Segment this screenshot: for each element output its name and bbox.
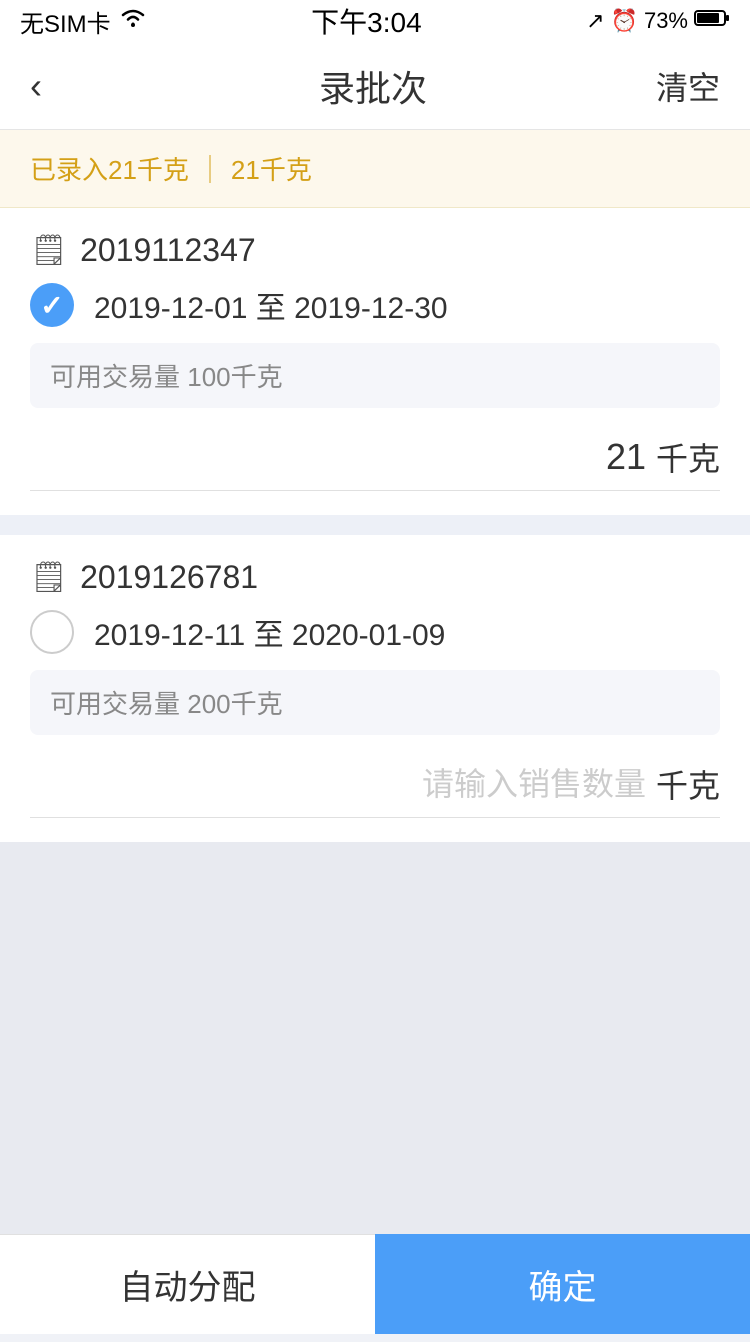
nav-bar: ‹ 录批次 清空 — [0, 42, 750, 130]
auto-distribute-button[interactable]: 自动分配 — [0, 1234, 375, 1334]
battery-text: 73% — [644, 8, 688, 34]
batch-unit-1: 千克 — [656, 434, 720, 480]
wifi-icon — [119, 7, 147, 35]
status-bar: 无SIM卡 下午3:04 ↗ ⏰ 73% — [0, 0, 750, 42]
batch-header-1: 🗒 2019112347 — [30, 232, 720, 269]
batch-input-row-2: 千克 — [30, 751, 720, 818]
info-divider — [209, 155, 211, 183]
recorded-text: 已录入21千克 — [30, 150, 189, 187]
avail-label-1: 可用交易量 — [50, 362, 180, 392]
avail-val-1: 100千克 — [187, 362, 282, 392]
batch-avail-2: 可用交易量 200千克 — [30, 670, 720, 735]
status-left: 无SIM卡 — [20, 4, 147, 39]
batch-item-2: 🗒 2019126781 2019-12-11 至 2020-01-09 可用交… — [0, 535, 750, 842]
batch-item-1: 🗒 2019112347 2019-12-01 至 2019-12-30 可用交… — [0, 208, 750, 515]
radio-unchecked-2[interactable] — [30, 610, 74, 654]
batch-date-2: 2019-12-11 至 2020-01-09 — [94, 610, 445, 654]
alarm-icon: ⏰ — [611, 8, 638, 34]
batch-date-1: 2019-12-01 至 2019-12-30 — [94, 283, 448, 327]
batch-amount-row-1: 21 千克 — [30, 424, 720, 491]
page-title: 录批次 — [319, 60, 427, 112]
location-icon: ↗ — [586, 8, 604, 34]
quantity-input-2[interactable] — [30, 766, 646, 803]
batch-row-2: 2019-12-11 至 2020-01-09 — [30, 610, 720, 654]
batch-id-2: 2019126781 — [80, 559, 258, 596]
batch-row-1: 2019-12-01 至 2019-12-30 — [30, 283, 720, 327]
batch-header-2: 🗒 2019126781 — [30, 559, 720, 596]
radio-checked-1[interactable] — [30, 283, 74, 327]
batch-avail-1: 可用交易量 100千克 — [30, 343, 720, 408]
batch-unit-2: 千克 — [656, 761, 720, 807]
batch-amount-1: 21 — [606, 436, 646, 478]
batch-doc-icon-1: 🗒 — [30, 233, 68, 268]
status-time: 下午3:04 — [311, 1, 422, 41]
battery-icon — [694, 8, 730, 34]
gray-area — [0, 842, 750, 1242]
batch-doc-icon-2: 🗒 — [30, 560, 68, 595]
back-button[interactable]: ‹ — [30, 65, 90, 107]
sim-text: 无SIM卡 — [20, 4, 111, 39]
info-bar: 已录入21千克 21千克 — [0, 130, 750, 208]
section-divider — [0, 515, 750, 535]
clear-button[interactable]: 清空 — [656, 63, 720, 109]
avail-label-2: 可用交易量 — [50, 689, 180, 719]
batch-id-1: 2019112347 — [80, 232, 256, 269]
confirm-button[interactable]: 确定 — [375, 1234, 750, 1334]
bottom-bar: 自动分配 确定 — [0, 1234, 750, 1334]
info-value: 21千克 — [231, 150, 312, 187]
avail-val-2: 200千克 — [187, 689, 282, 719]
status-right: ↗ ⏰ 73% — [586, 8, 730, 34]
